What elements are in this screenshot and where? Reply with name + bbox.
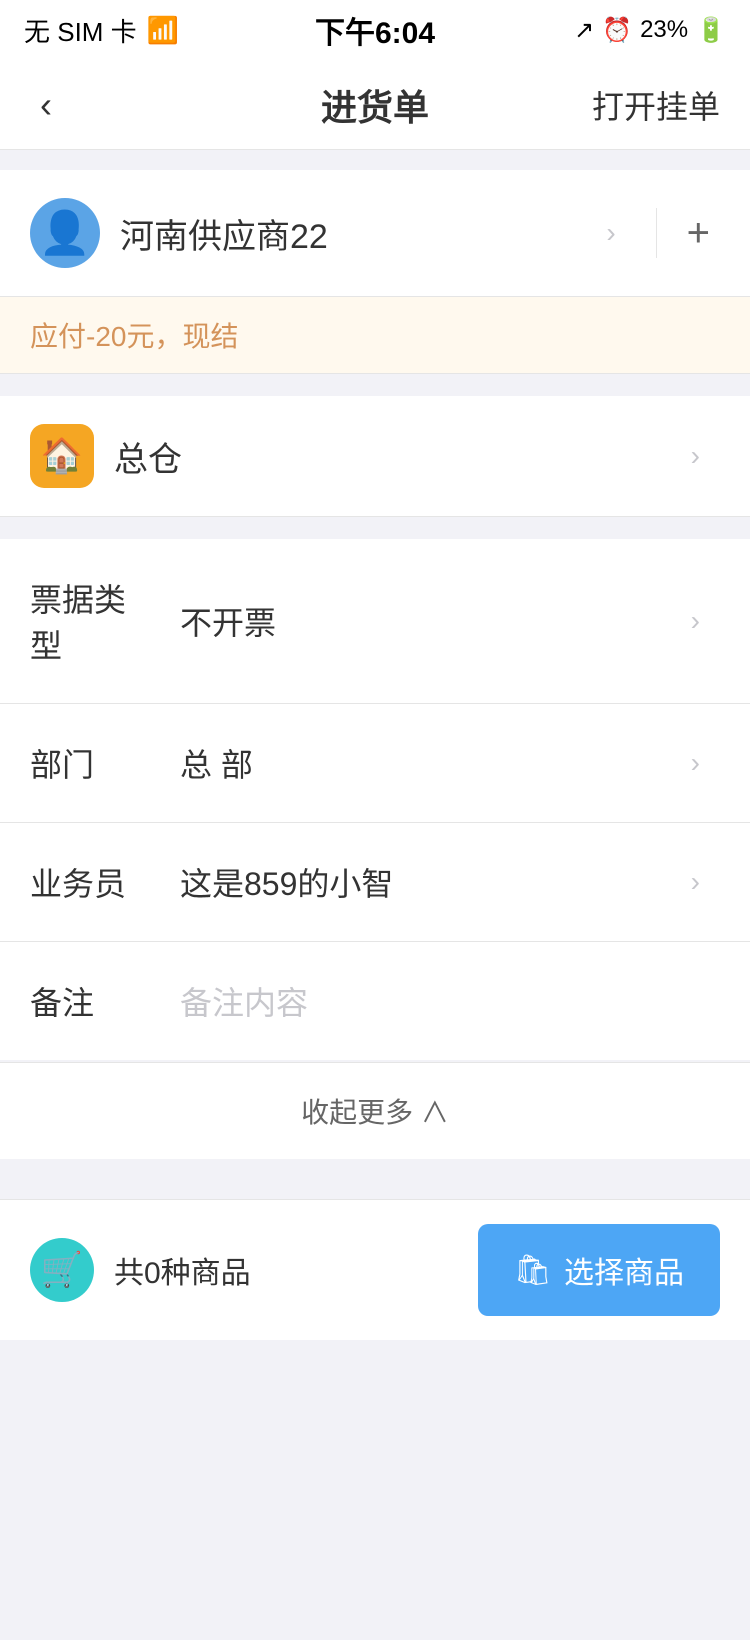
supplier-name: 河南供应商22 [120,209,606,258]
product-icon: 🛒 [30,1238,94,1302]
department-label: 部门 [30,740,150,786]
carrier-text: 无 SIM 卡 [24,12,137,49]
location-icon: ↗ [574,16,594,45]
select-product-label: 选择商品 [564,1248,684,1292]
notice-text: 应付-20元，现结 [30,321,238,352]
note-input[interactable]: 备注内容 [180,978,720,1024]
status-carrier: 无 SIM 卡 📶 [24,12,179,49]
note-row[interactable]: 备注 备注内容 [0,942,750,1060]
select-product-icon: 🛍 [514,1253,552,1288]
open-pending-button[interactable]: 打开挂单 [592,82,720,128]
chevron-right-icon: › [691,440,700,472]
invoice-type-value: 不开票 [180,598,691,644]
warehouse-name: 总仓 [114,432,691,481]
warehouse-icon: 🏠 [30,424,94,488]
section-gap-1 [0,150,750,170]
section-gap-3 [0,517,750,537]
page-title: 进货单 [321,79,429,131]
battery-text: 23% [640,16,688,44]
invoice-type-label: 票据类型 [30,575,150,667]
department-value: 总 部 [180,740,691,786]
avatar: 👤 [30,198,100,268]
chevron-right-icon: › [691,747,700,779]
content-area [0,1340,750,1640]
chevron-right-icon: › [691,605,700,637]
select-product-button[interactable]: 🛍 选择商品 [478,1224,720,1316]
department-row[interactable]: 部门 总 部 › [0,704,750,823]
form-section: 票据类型 不开票 › 部门 总 部 › 业务员 这是859的小智 › 备注 备注… [0,539,750,1060]
salesperson-row[interactable]: 业务员 这是859的小智 › [0,823,750,942]
section-gap-4 [0,1159,750,1179]
alarm-icon: ⏰ [602,16,632,45]
supplier-divider [656,208,657,258]
section-gap-2 [0,374,750,394]
product-count: 共0种商品 [114,1248,478,1292]
note-label: 备注 [30,978,150,1024]
salesperson-value: 这是859的小智 [180,859,691,905]
salesperson-label: 业务员 [30,859,150,905]
back-button[interactable]: ‹ [30,74,62,136]
warehouse-row[interactable]: 🏠 总仓 › [0,396,750,517]
status-bar: 无 SIM 卡 📶 下午6:04 ↗ ⏰ 23% 🔋 [0,0,750,60]
bottom-bar: 🛒 共0种商品 🛍 选择商品 [0,1199,750,1340]
chevron-right-icon: › [606,217,615,249]
collapse-button[interactable]: 收起更多 ∧ [0,1062,750,1159]
status-time: 下午6:04 [315,8,435,52]
collapse-label: 收起更多 ∧ [301,1091,449,1131]
chevron-right-icon: › [691,866,700,898]
invoice-type-row[interactable]: 票据类型 不开票 › [0,539,750,704]
avatar-icon: 👤 [39,209,91,258]
battery-icon: 🔋 [696,16,726,45]
notice-banner: 应付-20元，现结 [0,297,750,374]
wifi-icon: 📶 [147,15,179,46]
nav-bar: ‹ 进货单 打开挂单 [0,60,750,150]
status-right: ↗ ⏰ 23% 🔋 [574,16,726,45]
cart-icon: 🛒 [41,1250,83,1290]
add-supplier-button[interactable]: + [677,211,720,256]
supplier-row[interactable]: 👤 河南供应商22 › + [0,170,750,297]
